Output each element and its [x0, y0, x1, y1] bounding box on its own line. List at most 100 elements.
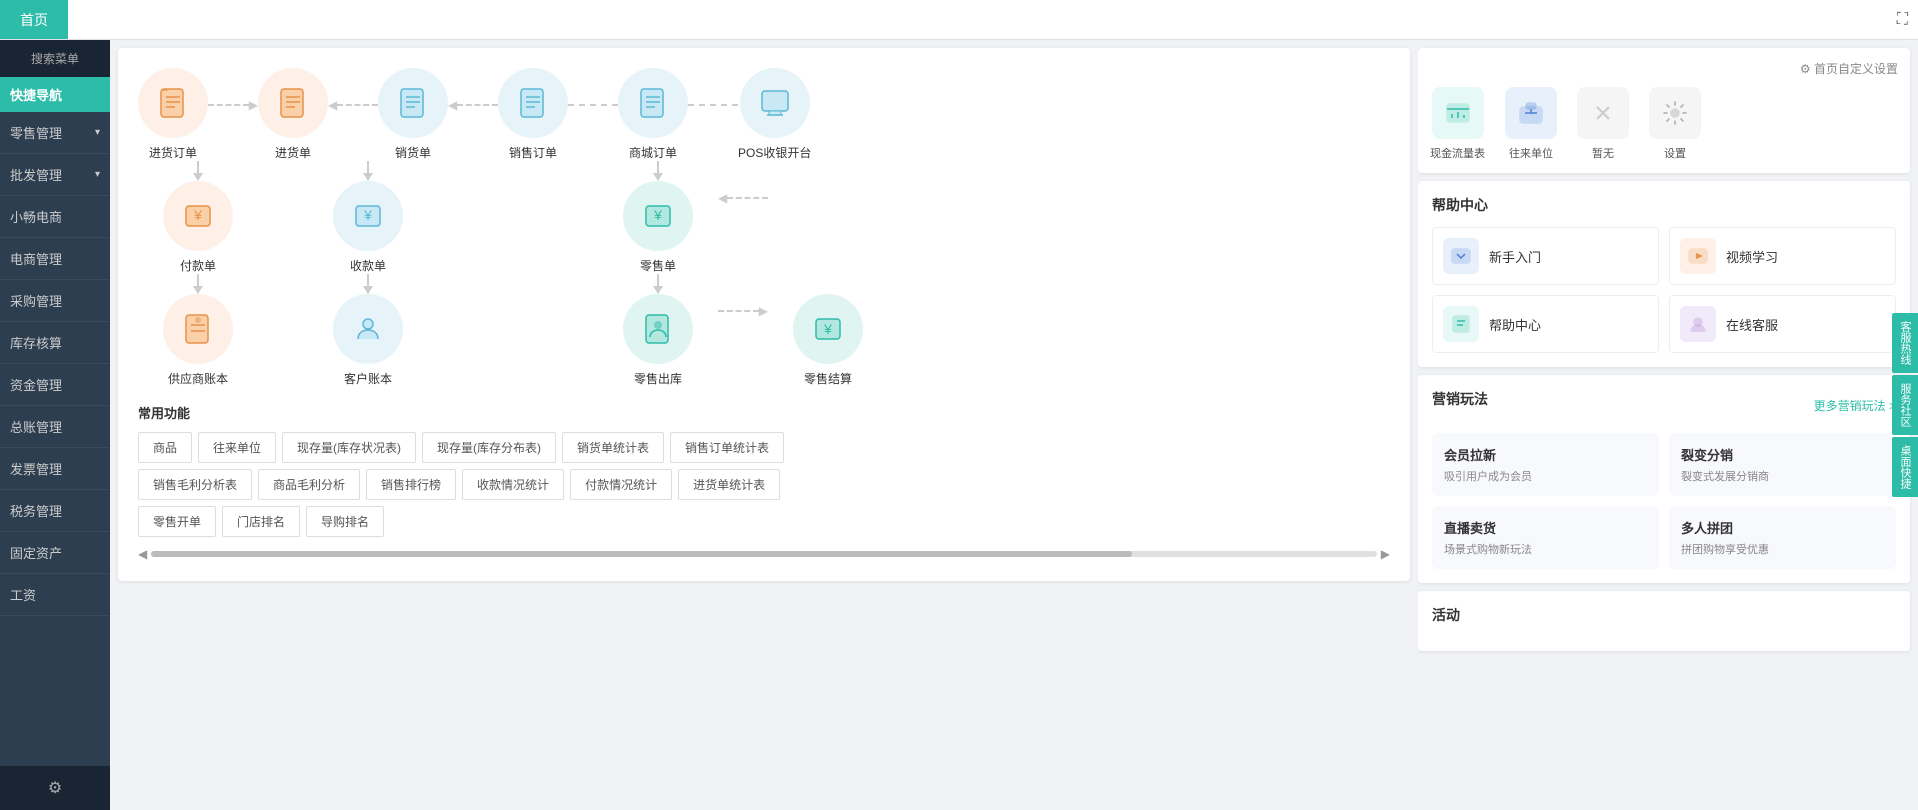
func-btn-recv-stats[interactable]: 收款情况统计	[462, 469, 564, 500]
settings-label: 设置	[1664, 145, 1686, 161]
flow-node-mall-order[interactable]: 商城订单	[618, 68, 688, 161]
marketing-live-sub: 场景式购物新玩法	[1444, 541, 1647, 557]
scroll-thumb	[151, 551, 1131, 557]
sidebar-item-tax[interactable]: 税务管理	[0, 490, 110, 532]
sidebar-search[interactable]: 搜索菜单	[0, 40, 110, 77]
quick-icons: 现金流量表 往来单位 暂无	[1430, 87, 1898, 161]
col-retail-out: 零售出库	[598, 274, 718, 387]
sidebar-item-assets[interactable]: 固定资产	[0, 532, 110, 574]
none-label: 暂无	[1592, 145, 1614, 161]
flow-node-pos[interactable]: POS收银开台	[738, 68, 811, 161]
sidebar-item-salary[interactable]: 工资	[0, 574, 110, 616]
quick-access-settings[interactable]: ⚙ 首页自定义设置	[1800, 60, 1898, 77]
sidebar-item-finance[interactable]: 资金管理	[0, 364, 110, 406]
flow-node-sales-order[interactable]: 销售订单	[498, 68, 568, 161]
common-funcs: 常用功能 商品 往来单位 现存量(库存状况表) 现存量(库存分布表) 销货单统计…	[138, 403, 1390, 537]
mall-order-label: 商城订单	[629, 144, 677, 161]
scroll-track[interactable]	[151, 551, 1377, 557]
func-btn-guide-rank[interactable]: 导购排名	[306, 506, 384, 537]
func-btn-profit1[interactable]: 销售毛利分析表	[138, 469, 252, 500]
marketing-member-title: 会员拉新	[1444, 445, 1647, 464]
func-btn-stock2[interactable]: 现存量(库存分布表)	[422, 432, 556, 463]
sales-bill-icon	[378, 68, 448, 138]
main-layout: 搜索菜单 快捷导航 零售管理 ▾ 批发管理 ▾ 小畅电商 电商管理 采购管理 库…	[0, 40, 1918, 810]
arrow-icon: ▾	[95, 169, 100, 180]
mall-order-icon	[618, 68, 688, 138]
help-grid: 新手入门 视频学习 帮助中心	[1432, 227, 1896, 353]
marketing-grid: 会员拉新 吸引用户成为会员 裂变分销 裂变式发展分销商 直播卖货 场景式购物新玩…	[1432, 433, 1896, 569]
sidebar-item-invoice[interactable]: 发票管理	[0, 448, 110, 490]
flow-row-1: 进货订单 ▶ 进货单	[138, 68, 1390, 161]
quick-access-card: ⚙ 首页自定义设置 现金流量表 往来单位	[1418, 48, 1910, 173]
arrow-h1: ▶	[208, 98, 258, 112]
func-btn-units[interactable]: 往来单位	[198, 432, 276, 463]
help-item-video[interactable]: 视频学习	[1669, 227, 1896, 285]
sidebar-item-ledger[interactable]: 总账管理	[0, 406, 110, 448]
svg-text:¥: ¥	[363, 207, 372, 223]
flow-node-purchase-bill[interactable]: 进货单	[258, 68, 328, 161]
sidebar: 搜索菜单 快捷导航 零售管理 ▾ 批发管理 ▾ 小畅电商 电商管理 采购管理 库…	[0, 40, 110, 810]
content: 进货订单 ▶ 进货单	[110, 40, 1918, 810]
flow-node-sales-bill[interactable]: 销货单	[378, 68, 448, 161]
marketing-live-title: 直播卖货	[1444, 518, 1647, 537]
help-title: 帮助中心	[1432, 195, 1896, 215]
activity-card: 活动	[1418, 591, 1910, 651]
help-service-label: 在线客服	[1726, 315, 1778, 334]
float-btn-community[interactable]: 服务社区	[1892, 375, 1918, 435]
arrow-h5	[688, 104, 738, 106]
func-btn-purchase-stats[interactable]: 进货单统计表	[678, 469, 780, 500]
sidebar-item-ecommerce-small[interactable]: 小畅电商	[0, 196, 110, 238]
quick-access-header: ⚙ 首页自定义设置	[1430, 60, 1898, 77]
marketing-group-sub: 拼团购物享受优惠	[1681, 541, 1884, 557]
marketing-item-group[interactable]: 多人拼团 拼团购物享受优惠	[1669, 506, 1896, 569]
quick-icon-units[interactable]: 往来单位	[1505, 87, 1557, 161]
purchase-order-icon	[138, 68, 208, 138]
func-btn-profit2[interactable]: 商品毛利分析	[258, 469, 360, 500]
func-btn-store-rank[interactable]: 门店排名	[222, 506, 300, 537]
help-item-beginner[interactable]: 新手入门	[1432, 227, 1659, 285]
purchase-order-label: 进货订单	[149, 144, 197, 161]
sidebar-item-wholesale[interactable]: 批发管理 ▾	[0, 154, 110, 196]
quick-icon-cashflow[interactable]: 现金流量表	[1430, 87, 1485, 161]
header: 首页 ⛶	[0, 0, 1918, 40]
payment-out-icon: ¥	[163, 181, 233, 251]
func-btn-sales-order-stats[interactable]: 销售订单统计表	[670, 432, 784, 463]
sidebar-item-ecommerce-manage[interactable]: 电商管理	[0, 238, 110, 280]
none-icon	[1577, 87, 1629, 139]
sidebar-item-retail[interactable]: 零售管理 ▾	[0, 112, 110, 154]
svg-text:¥: ¥	[653, 207, 662, 223]
retail-order-icon: ¥	[623, 181, 693, 251]
sidebar-settings-icon[interactable]: ⚙	[0, 766, 110, 810]
help-item-center[interactable]: 帮助中心	[1432, 295, 1659, 353]
sidebar-item-inventory[interactable]: 库存核算	[0, 322, 110, 364]
float-btn-service[interactable]: 客服热线	[1892, 313, 1918, 373]
marketing-more[interactable]: 更多营销玩法 >	[1814, 397, 1896, 414]
func-btn-pay-stats[interactable]: 付款情况统计	[570, 469, 672, 500]
func-btn-retail-order[interactable]: 零售开单	[138, 506, 216, 537]
svg-text:¥: ¥	[823, 321, 832, 337]
marketing-item-split[interactable]: 裂变分销 裂变式发展分销商	[1669, 433, 1896, 496]
func-btn-sales-stats[interactable]: 销货单统计表	[562, 432, 664, 463]
func-btn-rank[interactable]: 销售排行榜	[366, 469, 456, 500]
marketing-item-member[interactable]: 会员拉新 吸引用户成为会员	[1432, 433, 1659, 496]
flow-node-purchase-order[interactable]: 进货订单	[138, 68, 208, 161]
func-btn-goods[interactable]: 商品	[138, 432, 192, 463]
func-buttons-row2: 销售毛利分析表 商品毛利分析 销售排行榜 收款情况统计 付款情况统计 进货单统计…	[138, 469, 1390, 500]
quick-icon-none[interactable]: 暂无	[1577, 87, 1629, 161]
supplier-book-label: 供应商账本	[168, 370, 228, 387]
purchase-bill-label: 进货单	[275, 144, 311, 161]
supplier-book-icon	[163, 294, 233, 364]
quick-icon-settings[interactable]: 设置	[1649, 87, 1701, 161]
sidebar-item-procurement[interactable]: 采购管理	[0, 280, 110, 322]
func-btn-stock1[interactable]: 现存量(库存状况表)	[282, 432, 416, 463]
marketing-item-live[interactable]: 直播卖货 场景式购物新玩法	[1432, 506, 1659, 569]
tab-home[interactable]: 首页	[0, 0, 68, 39]
customer-book-label: 客户账本	[344, 370, 392, 387]
scroll-right-arrow[interactable]: ▶	[1381, 547, 1390, 561]
fullscreen-icon[interactable]: ⛶	[1897, 11, 1908, 29]
col-customer-book: 客户账本	[308, 274, 428, 387]
activity-title: 活动	[1432, 605, 1896, 625]
help-item-service[interactable]: 在线客服	[1669, 295, 1896, 353]
float-btn-desktop[interactable]: 桌面快捷	[1892, 437, 1918, 497]
scroll-left-arrow[interactable]: ◀	[138, 547, 147, 561]
